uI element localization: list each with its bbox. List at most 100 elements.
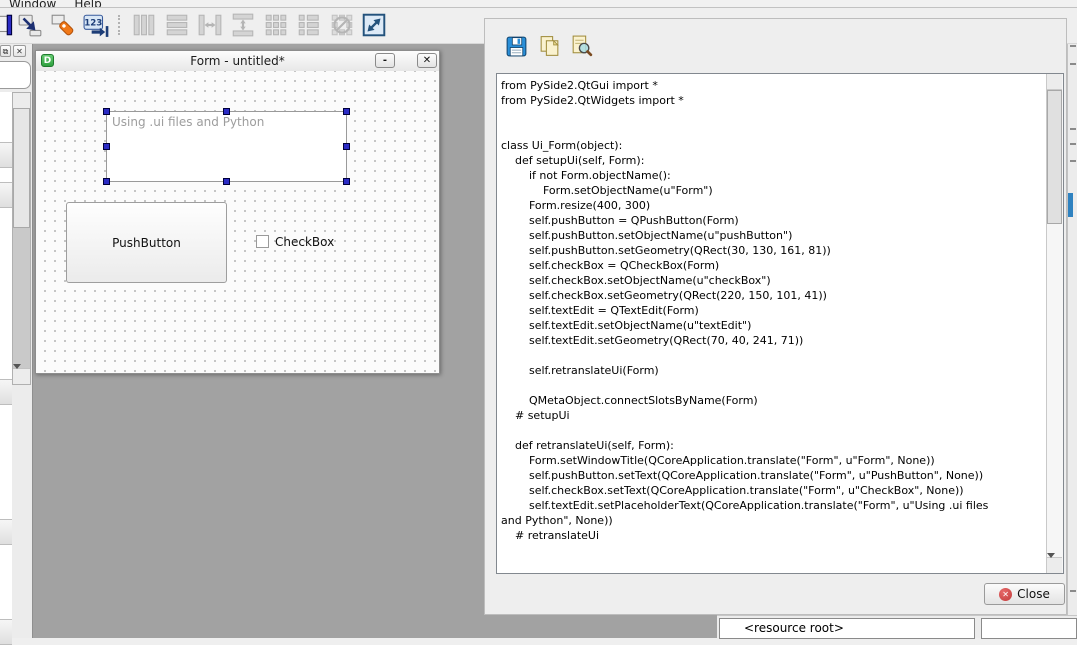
code-view[interactable]: from PySide2.QtGui import *from PySide2.… [496,73,1064,574]
edit-signals-slots-icon[interactable] [17,12,43,38]
checkbox-indicator[interactable] [256,235,269,248]
widget-category[interactable] [0,379,12,405]
svg-text:123: 123 [84,19,102,29]
break-layout-icon[interactable] [329,12,355,38]
scroll-down-icon[interactable] [13,368,30,384]
code-line: def retranslateUi(self, Form): [501,438,1045,453]
panel-close-icon[interactable]: ✕ [13,45,26,57]
designer-form-icon: D [41,54,54,67]
code-line: self.pushButton.setGeometry(QRect(30, 13… [501,243,1045,258]
resource-detail-box[interactable] [981,618,1077,639]
layout-form-icon[interactable] [296,12,322,38]
selection-handle-ne[interactable] [343,108,350,115]
form-window-titlebar[interactable]: D Form - untitled* - ✕ [36,51,439,72]
right-dock-sliver [1067,44,1077,615]
resource-tree[interactable]: <resource root> [719,618,975,639]
resource-root-item[interactable]: <resource root> [720,619,974,635]
scrollbar-thumb[interactable] [1047,90,1062,224]
form-window-title: Form - untitled* [190,54,284,68]
selection-handle-w[interactable] [103,143,110,150]
layout-vertical-splitter-icon[interactable] [230,12,256,38]
widget-filter-input[interactable] [0,61,31,89]
code-text: from PySide2.QtGui import *from PySide2.… [497,74,1047,573]
code-line [501,378,1045,393]
selection-handle-s[interactable] [223,178,230,185]
checkbox-widget[interactable]: CheckBox [256,221,357,262]
pushbutton-widget[interactable]: PushButton [66,202,227,283]
layout-horizontally-icon[interactable] [131,12,157,38]
save-icon[interactable] [504,34,529,59]
form-window[interactable]: D Form - untitled* - ✕ Using .ui files a… [35,50,440,374]
tree-branch-mark [1070,160,1076,162]
tree-branch-mark [1070,63,1076,65]
selection-handle-se[interactable] [343,178,350,185]
minimize-button[interactable]: - [375,53,395,68]
tree-branch-mark [1070,128,1076,130]
code-line: self.textEdit.setGeometry(QRect(70, 40, … [501,333,1045,348]
layout-grid-icon[interactable] [263,12,289,38]
code-line: and Python", None)) [501,513,1045,528]
scroll-down-icon[interactable] [1047,557,1062,573]
widget-box-scrollbar[interactable] [12,92,31,385]
selection-handle-n[interactable] [223,108,230,115]
code-line: Form.resize(400, 300) [501,198,1045,213]
code-line: self.textEdit.setPlaceholderText(QCoreAp… [501,498,1045,513]
code-line [501,123,1045,138]
code-line: self.checkBox.setGeometry(QRect(220, 150… [501,288,1045,303]
scrollbar-thumb[interactable] [13,108,30,228]
adjust-size-icon[interactable] [361,12,387,38]
code-preview-dialog: from PySide2.QtGui import *from PySide2.… [484,18,1067,615]
code-line: def setupUi(self, Form): [501,153,1045,168]
layout-horizontal-splitter-icon[interactable] [197,12,223,38]
widget-category[interactable] [0,619,12,645]
tree-branch-mark [1070,590,1076,592]
code-line: if not Form.objectName(): [501,168,1045,183]
checkbox-label: CheckBox [275,235,334,249]
textedit-widget[interactable]: Using .ui files and Python [106,111,347,182]
scroll-up-icon[interactable] [13,93,30,109]
code-line: # setupUi [501,408,1045,423]
code-line: # retranslateUi [501,528,1045,543]
close-button-label: Close [1017,587,1050,601]
form-canvas[interactable]: Using .ui files and Python PushButton Ch… [36,71,439,373]
code-line: from PySide2.QtWidgets import * [501,93,1045,108]
selected-row-edge[interactable] [1068,193,1073,217]
widget-category[interactable] [0,519,12,545]
code-line: self.checkBox.setText(QCoreApplication.t… [501,483,1045,498]
resource-browser-panel: <resource root> [717,615,1077,638]
edit-buddies-icon[interactable] [50,12,76,38]
menu-help[interactable]: Help [65,0,110,8]
code-line: QMetaObject.connectSlotsByName(Form) [501,393,1045,408]
code-scrollbar[interactable] [1046,74,1063,573]
code-line [501,423,1045,438]
code-line: class Ui_Form(object): [501,138,1045,153]
menu-window[interactable]: Window [0,0,65,8]
code-line: self.retranslateUi(Form) [501,363,1045,378]
code-line: self.pushButton.setText(QCoreApplication… [501,468,1045,483]
close-icon: ✕ [999,588,1012,601]
code-line [501,108,1045,123]
edit-widgets-icon[interactable] [0,12,17,38]
close-button[interactable]: ✕ Close [984,583,1065,605]
selection-handle-sw[interactable] [103,178,110,185]
selection-handle-nw[interactable] [103,108,110,115]
close-window-button[interactable]: ✕ [417,53,437,68]
widget-category[interactable] [0,142,12,168]
menubar: WindowHelp [0,0,1077,8]
toolbar-separator [118,15,120,35]
edit-tab-order-icon[interactable]: 123 [83,12,109,38]
textedit-placeholder: Using .ui files and Python [107,112,346,132]
code-line: self.textEdit.setObjectName(u"textEdit") [501,318,1045,333]
code-line: self.checkBox.setObjectName(u"checkBox") [501,273,1045,288]
code-line: from PySide2.QtGui import * [501,78,1045,93]
copy-icon[interactable] [537,34,562,59]
layout-vertically-icon[interactable] [164,12,190,38]
widget-category[interactable] [0,182,12,208]
panel-float-icon[interactable]: ⧉ [0,45,11,57]
selection-handle-e[interactable] [343,143,350,150]
scroll-up-icon[interactable] [1047,74,1062,90]
pushbutton-label: PushButton [112,236,181,250]
widget-box-panel: ⧉ ✕ [0,44,33,638]
qt-designer-screen: { "menubar": { "items": ["Window", "Help… [0,0,1077,638]
find-icon[interactable] [569,34,594,59]
